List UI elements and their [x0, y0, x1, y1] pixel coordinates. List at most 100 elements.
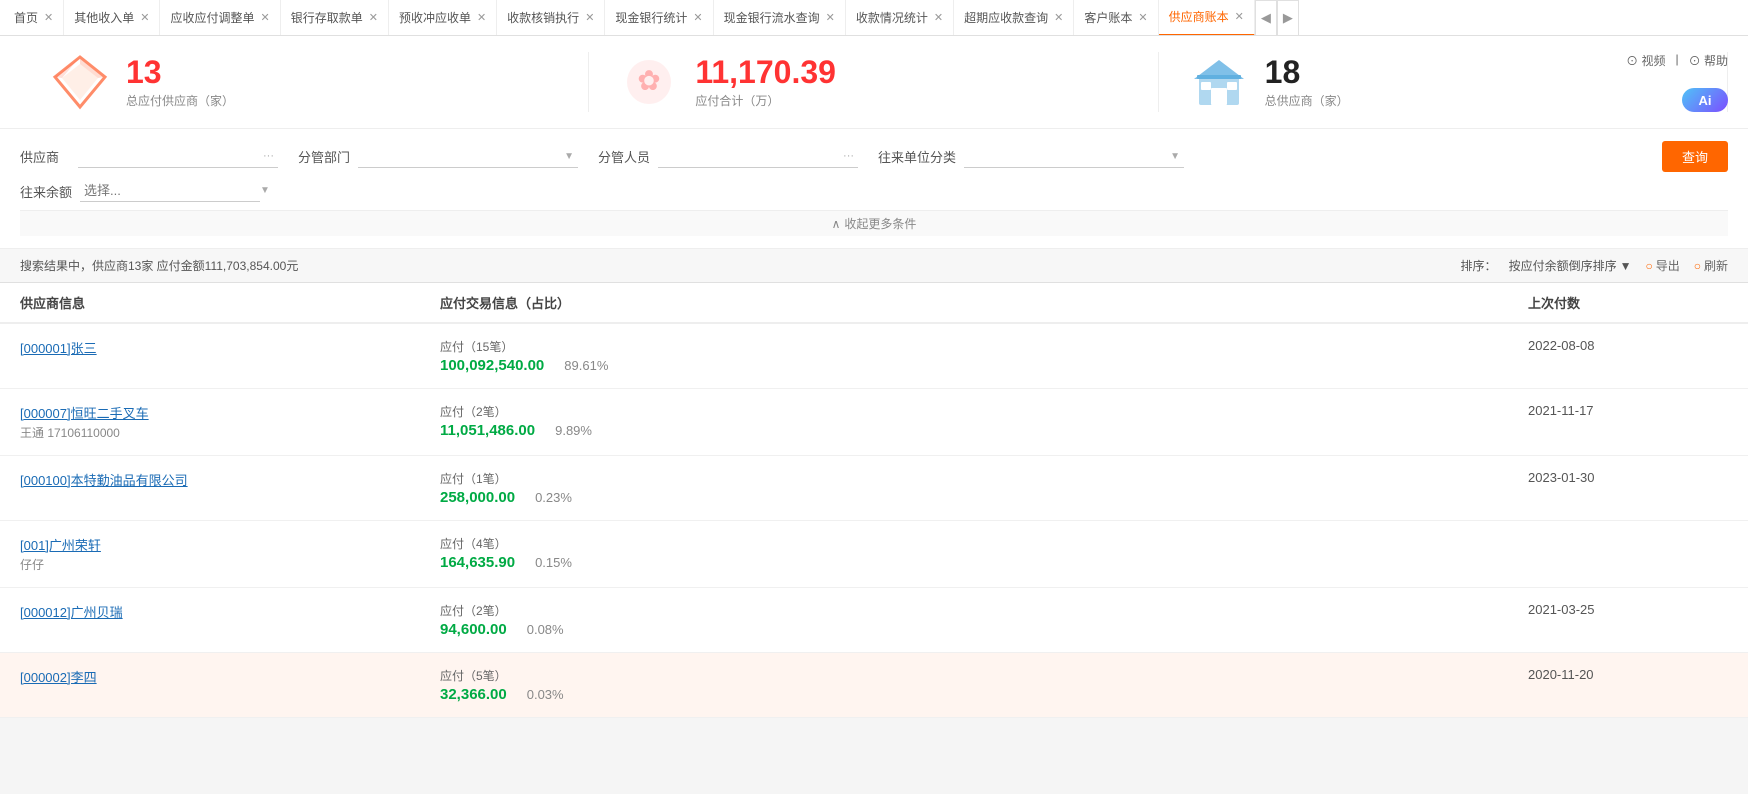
action-buttons: 排序： 按应付余额倒序排序 ▼ ○ 导出 ○ 刷新 — [1461, 257, 1728, 274]
nav-tab-7-label: 现金银行流水查询 — [724, 9, 820, 26]
nav-next-arrow[interactable]: ▶ — [1277, 0, 1299, 36]
nav-tab-11[interactable]: 供应商账本 ✕ — [1159, 0, 1255, 36]
collapse-button[interactable]: ∧ 收起更多条件 — [20, 210, 1728, 236]
data-table: 供应商信息 应付交易信息（占比） 上次付数 [000001]张三 应付（15笔）… — [0, 283, 1748, 718]
filter-person: 分管人员 ··· — [598, 146, 858, 168]
table-row: [000012]广州贝瑞 应付（2笔） 94,600.00 0.08% 2021… — [0, 588, 1748, 653]
supplier-name-link[interactable]: [000012]广州贝瑞 — [20, 602, 440, 621]
nav-tab-3[interactable]: 银行存取款单 ✕ — [281, 0, 389, 36]
separator: | — [1676, 52, 1679, 69]
col-header-supplier: 供应商信息 — [20, 293, 440, 312]
video-link[interactable]: ⊙ 视频 — [1626, 52, 1665, 69]
filter-supplier: 供应商 ··· — [20, 146, 278, 168]
dept-label: 分管部门 — [298, 147, 350, 166]
nav-tab-1[interactable]: 其他收入单 ✕ — [64, 0, 160, 36]
filter-category: 往来单位分类 ▼ — [878, 146, 1184, 168]
diamond-icon — [50, 52, 110, 112]
dept-arrow-icon: ▼ — [564, 151, 574, 162]
trans-label: 应付（1笔） — [440, 470, 1528, 487]
trans-percent: 0.08% — [527, 622, 564, 637]
ai-button[interactable]: Ai — [1682, 88, 1728, 112]
supplier-name-link[interactable]: [000002]李四 — [20, 667, 440, 686]
sort-btn-label: 按应付余额倒序排序 — [1509, 257, 1617, 274]
filter-row-2: 往来余额 ▼ — [20, 180, 1728, 202]
last-payment-date: 2021-03-25 — [1528, 602, 1595, 617]
nav-prev-arrow[interactable]: ◀ — [1255, 0, 1277, 36]
person-dots-icon: ··· — [843, 150, 854, 162]
supplier-name-link[interactable]: [000001]张三 — [20, 338, 440, 357]
nav-tab-10[interactable]: 客户账本 ✕ — [1074, 0, 1158, 36]
refresh-label: 刷新 — [1704, 257, 1728, 274]
nav-tab-8-label: 收款情况统计 — [856, 9, 928, 26]
rice-icon: ✿ — [619, 52, 679, 112]
table-row: [000002]李四 应付（5笔） 32,366.00 0.03% 2020-1… — [0, 653, 1748, 718]
supplier-input[interactable] — [82, 149, 263, 164]
help-link[interactable]: ⊙ 帮助 — [1689, 52, 1728, 69]
nav-tab-10-close[interactable]: ✕ — [1138, 11, 1147, 24]
transaction-cell: 应付（5笔） 32,366.00 0.03% — [440, 667, 1528, 703]
col-header-transaction: 应付交易信息（占比） — [440, 293, 1528, 312]
nav-tab-4-close[interactable]: ✕ — [477, 11, 486, 24]
nav-tab-home-close[interactable]: ✕ — [44, 11, 53, 24]
table-row: [000001]张三 应付（15笔） 100,092,540.00 89.61%… — [0, 324, 1748, 389]
search-button[interactable]: 查询 — [1662, 141, 1728, 172]
nav-tab-3-label: 银行存取款单 — [291, 9, 363, 26]
category-input[interactable] — [968, 149, 1170, 164]
col-header-last-payment: 上次付数 — [1528, 293, 1728, 312]
trans-label: 应付（15笔） — [440, 338, 1528, 355]
trans-amount: 258,000.00 — [440, 489, 515, 506]
stat-label-total: 应付合计（万） — [695, 92, 836, 109]
stat-block-payable-total: ✿ 11,170.39 应付合计（万） — [589, 52, 1158, 112]
nav-tab-9-close[interactable]: ✕ — [1054, 11, 1063, 24]
transaction-info: 32,366.00 0.03% — [440, 686, 1528, 703]
sort-button[interactable]: 按应付余额倒序排序 ▼ — [1509, 257, 1632, 274]
nav-tab-7-close[interactable]: ✕ — [826, 11, 835, 24]
nav-tab-2-label: 应收应付调整单 — [170, 9, 254, 26]
last-payment-cell: 2022-08-08 — [1528, 338, 1728, 353]
supplier-label: 供应商 — [20, 147, 70, 166]
nav-tab-6-close[interactable]: ✕ — [693, 11, 702, 24]
nav-tab-3-close[interactable]: ✕ — [369, 11, 378, 24]
nav-tab-8-close[interactable]: ✕ — [934, 11, 943, 24]
nav-tab-4[interactable]: 预收冲应收单 ✕ — [389, 0, 497, 36]
nav-tab-9[interactable]: 超期应收款查询 ✕ — [954, 0, 1074, 36]
nav-tab-1-label: 其他收入单 — [74, 9, 134, 26]
ai-button-label: Ai — [1699, 93, 1712, 108]
nav-tab-11-close[interactable]: ✕ — [1235, 10, 1244, 23]
nav-tab-8[interactable]: 收款情况统计 ✕ — [846, 0, 954, 36]
trans-percent: 89.61% — [564, 358, 608, 373]
supplier-cell: [000007]恒旺二手叉车 王通 17106110000 — [20, 403, 440, 441]
nav-tab-home[interactable]: 首页 ✕ — [4, 0, 64, 36]
nav-tab-5[interactable]: 收款核销执行 ✕ — [497, 0, 605, 36]
trans-percent: 0.03% — [527, 687, 564, 702]
supplier-contact: 仔仔 — [20, 556, 440, 573]
supplier-name-link[interactable]: [000007]恒旺二手叉车 — [20, 403, 440, 422]
trans-amount: 32,366.00 — [440, 686, 507, 703]
transaction-info: 100,092,540.00 89.61% — [440, 357, 1528, 374]
stats-banner: 13 总应付供应商（家） ✿ 11,170.39 应付合计（万） — [0, 36, 1748, 129]
category-arrow-icon: ▼ — [1170, 151, 1180, 162]
balance-arrow-icon: ▼ — [260, 185, 270, 196]
nav-tab-7[interactable]: 现金银行流水查询 ✕ — [714, 0, 846, 36]
trans-percent: 0.15% — [535, 555, 572, 570]
supplier-cell: [000002]李四 — [20, 667, 440, 686]
trans-label: 应付（2笔） — [440, 602, 1528, 619]
stat-number-total: 11,170.39 — [695, 56, 836, 88]
nav-tab-5-close[interactable]: ✕ — [585, 11, 594, 24]
export-button[interactable]: ○ 导出 — [1645, 257, 1679, 274]
dept-input[interactable] — [362, 149, 564, 164]
supplier-name-link[interactable]: [001]广州荣轩 — [20, 535, 440, 554]
stat-content-total-suppliers: 18 总供应商（家） — [1265, 56, 1349, 109]
nav-tab-6[interactable]: 现金银行统计 ✕ — [605, 0, 713, 36]
nav-tab-2[interactable]: 应收应付调整单 ✕ — [160, 0, 280, 36]
person-input[interactable] — [662, 149, 843, 164]
table-rows-container: [000001]张三 应付（15笔） 100,092,540.00 89.61%… — [0, 324, 1748, 718]
results-summary: 搜索结果中，供应商13家 应付金额111,703,854.00元 — [20, 257, 298, 274]
stat-block-suppliers-payable: 13 总应付供应商（家） — [20, 52, 589, 112]
nav-tab-2-close[interactable]: ✕ — [260, 11, 269, 24]
balance-input[interactable] — [84, 183, 260, 198]
refresh-button[interactable]: ○ 刷新 — [1694, 257, 1728, 274]
svg-text:✿: ✿ — [638, 65, 661, 96]
supplier-name-link[interactable]: [000100]本特勤油品有限公司 — [20, 470, 440, 489]
nav-tab-1-close[interactable]: ✕ — [140, 11, 149, 24]
